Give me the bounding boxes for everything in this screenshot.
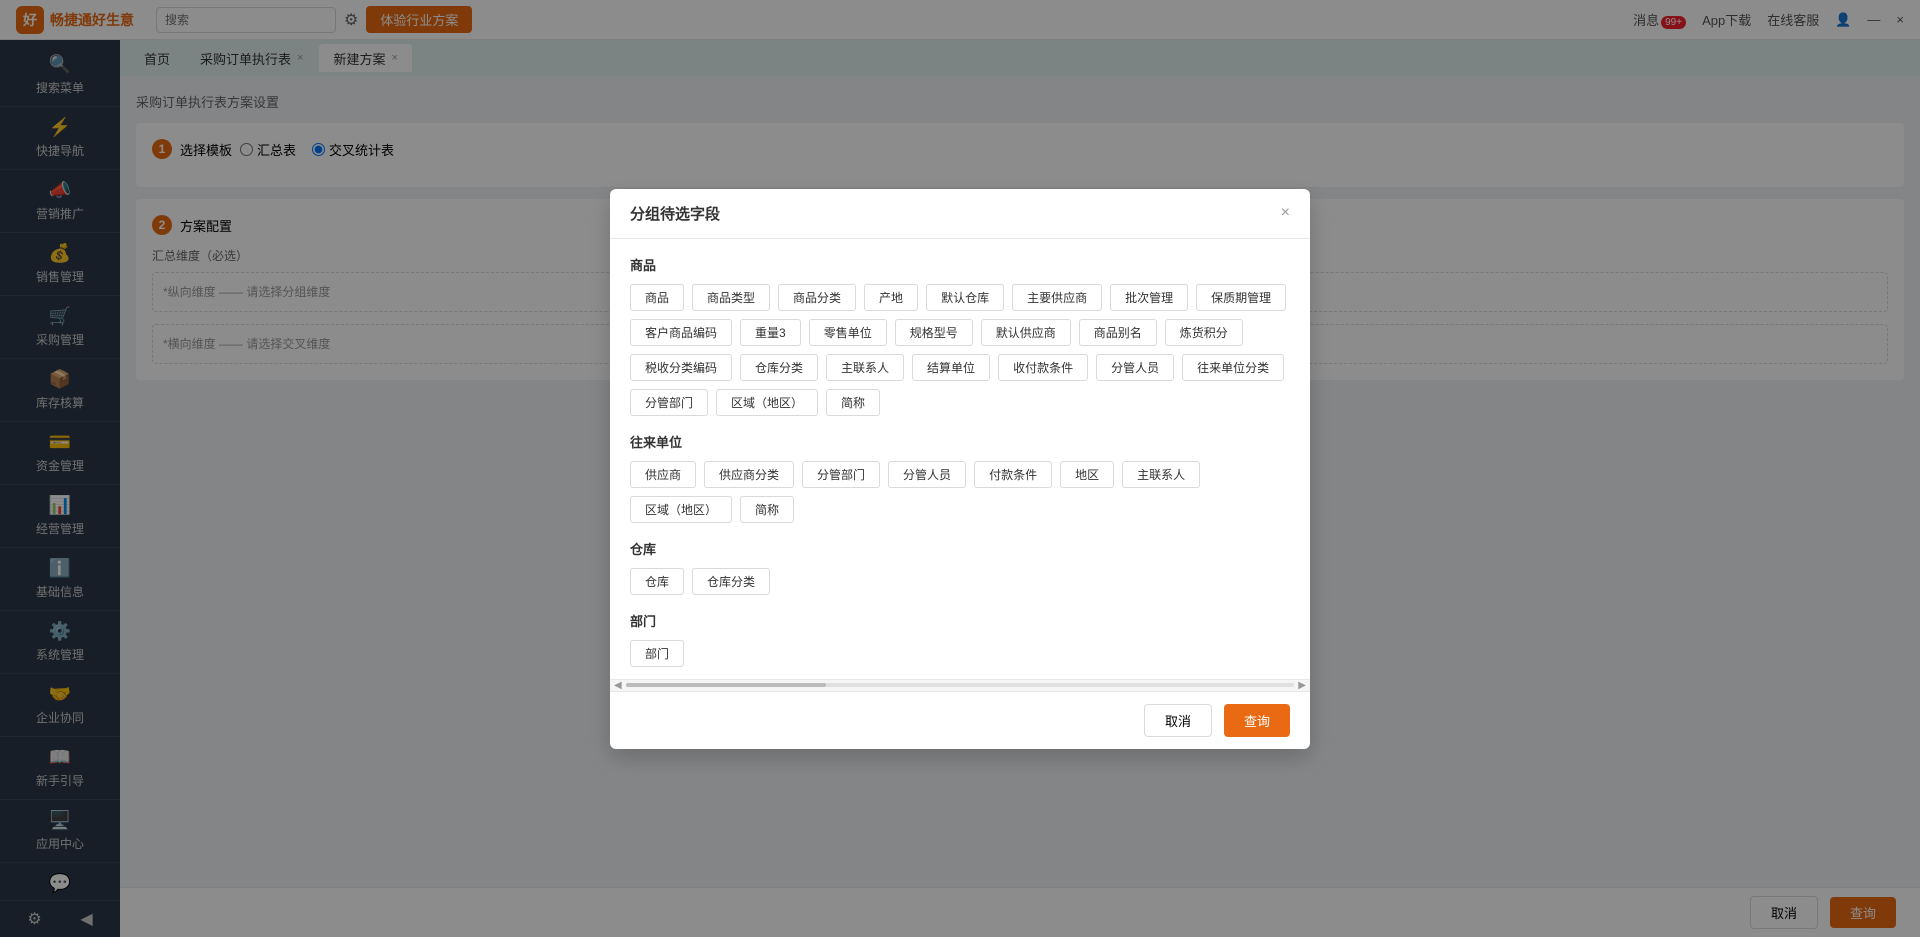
modal-cancel-button[interactable]: 取消 (1144, 704, 1212, 737)
department-section-title: 部门 (630, 611, 1290, 630)
field-tag[interactable]: 客户商品编码 (630, 319, 732, 346)
field-tag[interactable]: 分管部门 (630, 389, 708, 416)
field-select-modal: 分组待选字段 × 商品 商品 商品类型 商品分类 产地 默认仓库 主要供应商 批… (610, 189, 1310, 749)
partner-section: 往来单位 供应商 供应商分类 分管部门 分管人员 付款条件 地区 主联系人 区域… (630, 432, 1290, 523)
field-tag[interactable]: 仓库 (630, 568, 684, 595)
field-tag[interactable]: 区域（地区） (716, 389, 818, 416)
field-tag[interactable]: 默认供应商 (981, 319, 1071, 346)
field-tag[interactable]: 炼货积分 (1165, 319, 1243, 346)
field-tag[interactable]: 重量3 (740, 319, 801, 346)
field-tag[interactable]: 税收分类编码 (630, 354, 732, 381)
field-tag[interactable]: 区域（地区） (630, 496, 732, 523)
modal-title: 分组待选字段 (630, 203, 720, 224)
modal-body: 商品 商品 商品类型 商品分类 产地 默认仓库 主要供应商 批次管理 保质期管理… (610, 239, 1310, 679)
field-tag[interactable]: 分管部门 (802, 461, 880, 488)
field-tag[interactable]: 分管人员 (888, 461, 966, 488)
warehouse-section: 仓库 仓库 仓库分类 (630, 539, 1290, 595)
field-tag[interactable]: 收付款条件 (998, 354, 1088, 381)
hscroll-thumb (626, 683, 827, 687)
field-tag[interactable]: 商品分类 (778, 284, 856, 311)
field-tag[interactable]: 仓库分类 (692, 568, 770, 595)
field-tag[interactable]: 产地 (864, 284, 918, 311)
warehouse-section-title: 仓库 (630, 539, 1290, 558)
department-section: 部门 部门 (630, 611, 1290, 667)
field-tag[interactable]: 批次管理 (1110, 284, 1188, 311)
modal-footer: 取消 查询 (610, 691, 1310, 749)
field-tag[interactable]: 付款条件 (974, 461, 1052, 488)
field-tag[interactable]: 默认仓库 (926, 284, 1004, 311)
field-tag[interactable]: 地区 (1060, 461, 1114, 488)
field-tag[interactable]: 保质期管理 (1196, 284, 1286, 311)
field-tag[interactable]: 仓库分类 (740, 354, 818, 381)
hscroll-track (626, 683, 1295, 687)
warehouse-field-tags: 仓库 仓库分类 (630, 568, 1290, 595)
hscroll-left-arrow[interactable]: ◀ (614, 680, 622, 691)
field-tag[interactable]: 商品别名 (1079, 319, 1157, 346)
department-field-tags: 部门 (630, 640, 1290, 667)
field-tag[interactable]: 结算单位 (912, 354, 990, 381)
field-tag[interactable]: 主联系人 (826, 354, 904, 381)
field-tag[interactable]: 商品类型 (692, 284, 770, 311)
field-tag[interactable]: 规格型号 (895, 319, 973, 346)
field-tag[interactable]: 往来单位分类 (1182, 354, 1284, 381)
field-tag[interactable]: 简称 (740, 496, 794, 523)
modal-close-btn[interactable]: × (1281, 204, 1290, 222)
field-tag[interactable]: 主联系人 (1122, 461, 1200, 488)
field-tag[interactable]: 分管人员 (1096, 354, 1174, 381)
field-tag[interactable]: 供应商分类 (704, 461, 794, 488)
modal-confirm-button[interactable]: 查询 (1224, 704, 1290, 737)
field-tag[interactable]: 零售单位 (809, 319, 887, 346)
modal-hscroll[interactable]: ◀ ▶ (610, 679, 1310, 691)
hscroll-right-arrow[interactable]: ▶ (1298, 680, 1306, 691)
goods-section: 商品 商品 商品类型 商品分类 产地 默认仓库 主要供应商 批次管理 保质期管理… (630, 255, 1290, 416)
modal-header: 分组待选字段 × (610, 189, 1310, 239)
partner-field-tags: 供应商 供应商分类 分管部门 分管人员 付款条件 地区 主联系人 区域（地区） … (630, 461, 1290, 523)
modal-overlay[interactable]: 分组待选字段 × 商品 商品 商品类型 商品分类 产地 默认仓库 主要供应商 批… (0, 0, 1920, 937)
goods-field-tags: 商品 商品类型 商品分类 产地 默认仓库 主要供应商 批次管理 保质期管理 客户… (630, 284, 1290, 416)
field-tag[interactable]: 简称 (826, 389, 880, 416)
goods-section-title: 商品 (630, 255, 1290, 274)
field-tag[interactable]: 主要供应商 (1012, 284, 1102, 311)
field-tag[interactable]: 供应商 (630, 461, 696, 488)
field-tag[interactable]: 部门 (630, 640, 684, 667)
partner-section-title: 往来单位 (630, 432, 1290, 451)
field-tag[interactable]: 商品 (630, 284, 684, 311)
